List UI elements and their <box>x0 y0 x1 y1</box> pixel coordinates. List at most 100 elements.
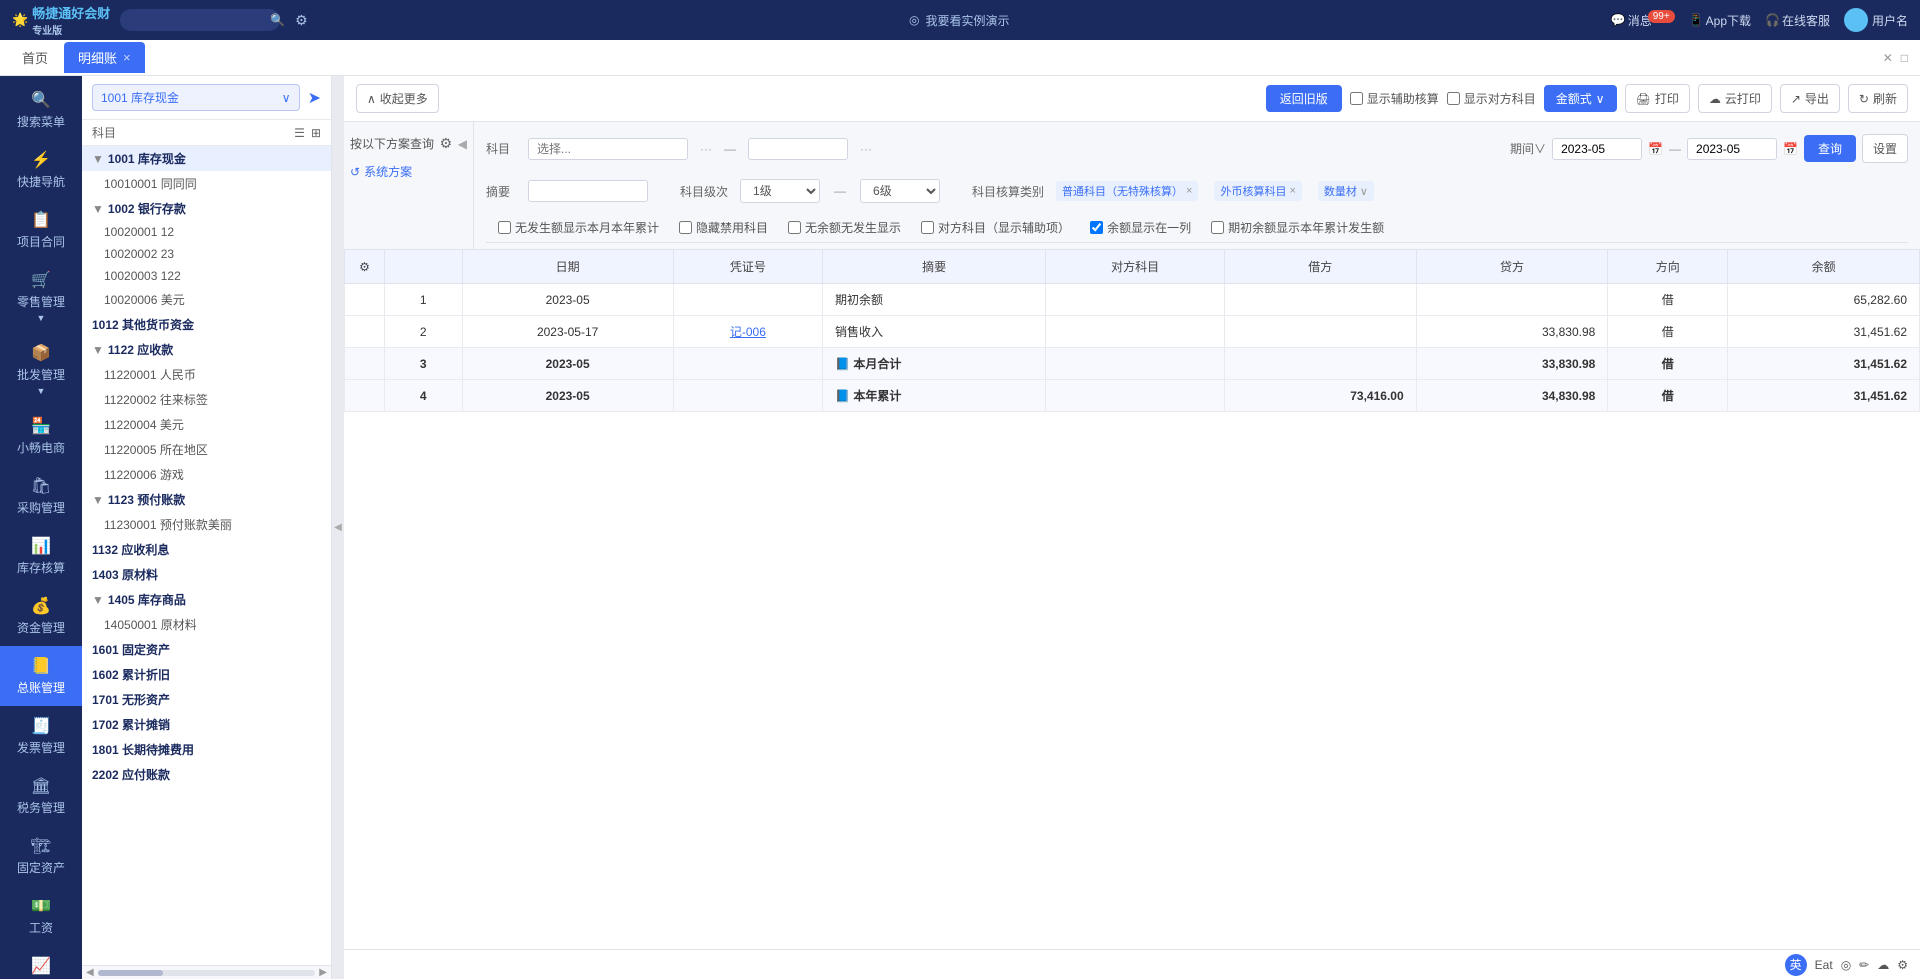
more-filter-btn[interactable]: ∧ 收起更多 <box>356 84 439 113</box>
tree-item-1602[interactable]: 1602 累计折旧 <box>82 662 331 687</box>
user-group[interactable]: 用户名 <box>1844 8 1908 32</box>
period-end-input[interactable] <box>1687 138 1777 160</box>
filter-collapse-icon[interactable]: ◀ <box>458 137 467 151</box>
sidebar-item-ops[interactable]: 📈 经营管理 <box>0 946 82 979</box>
tree-item-1702[interactable]: 1702 累计摊销 <box>82 712 331 737</box>
sidebar-item-ledger[interactable]: 📒 总账管理 <box>0 646 82 706</box>
tree-item-1601[interactable]: 1601 固定资产 <box>82 637 331 662</box>
tree-item-1132[interactable]: 1132 应收利息 <box>82 537 331 562</box>
tree-item-1122[interactable]: ▼1122 应收款 <box>82 337 331 362</box>
tab-home[interactable]: 首页 <box>8 42 62 73</box>
sidebar-item-ecommerce[interactable]: 🏪 小畅电商 <box>0 406 82 466</box>
tab-ledger[interactable]: 明细账 × <box>64 42 145 73</box>
tree-item-11220004[interactable]: 11220004 美元 <box>82 412 331 437</box>
amount-style-btn[interactable]: 金额式 ∨ <box>1544 85 1617 112</box>
sidebar-item-search[interactable]: 🔍 搜索菜单 <box>0 80 82 140</box>
left-panel-collapse-handle[interactable]: ◀ <box>332 76 344 979</box>
tag-remove-1[interactable]: × <box>1186 185 1192 197</box>
tree-item-1405[interactable]: ▼1405 库存商品 <box>82 587 331 612</box>
window-close-icon[interactable]: ✕ <box>1883 51 1893 65</box>
tree-item-1801[interactable]: 1801 长期待摊费用 <box>82 737 331 762</box>
sidebar-item-salary[interactable]: 💵 工资 <box>0 886 82 946</box>
account-selector[interactable]: 1001 库存现金 ∨ <box>92 84 300 111</box>
tree-item-11220005[interactable]: 11220005 所在地区 <box>82 437 331 462</box>
sidebar-item-finance[interactable]: 💰 资金管理 <box>0 586 82 646</box>
keji-more-icon[interactable]: ··· <box>700 142 712 156</box>
scheme-label-btn[interactable]: ↺ 系统方案 <box>350 163 467 180</box>
sidebar-item-contract[interactable]: 📋 项目合同 <box>0 200 82 260</box>
sidebar-item-retail[interactable]: 🛒 零售管理 ▼ <box>0 260 82 333</box>
voucher-link-2[interactable]: 记-006 <box>730 325 766 339</box>
print-btn[interactable]: 🖨 打印 <box>1625 84 1690 113</box>
tree-item-10020002[interactable]: 10020002 23 <box>82 243 331 265</box>
tree-item-10020006[interactable]: 10020006 美元 <box>82 287 331 312</box>
period-calendar-2[interactable]: 📅 <box>1783 142 1798 156</box>
col-settings[interactable]: ⚙ <box>345 250 385 284</box>
sidebar-item-purchase[interactable]: 🛍 采购管理 <box>0 466 82 526</box>
period-calendar-1[interactable]: 📅 <box>1648 142 1663 156</box>
tree-item-14050001[interactable]: 14050001 原材料 <box>82 612 331 637</box>
cloud-print-btn[interactable]: ☁ 云打印 <box>1698 84 1772 113</box>
tree-item-1001[interactable]: ▼1001 库存现金 <box>82 146 331 171</box>
tag-remove-3[interactable]: ∨ <box>1360 185 1368 198</box>
level-end-select[interactable]: 6级4级5级 <box>860 179 940 203</box>
top-search-input[interactable] <box>120 9 280 31</box>
sidebar-item-wholesale[interactable]: 📦 批发管理 ▼ <box>0 333 82 406</box>
tree-item-10020001[interactable]: 10020001 12 <box>82 221 331 243</box>
sidebar-item-inventory[interactable]: 📊 库存核算 <box>0 526 82 586</box>
cb-no-amount-input[interactable] <box>498 221 511 234</box>
show-aux-checkbox[interactable] <box>1350 92 1363 105</box>
sidebar-item-invoice[interactable]: 🧾 发票管理 <box>0 706 82 766</box>
tree-item-11220006[interactable]: 11220006 游戏 <box>82 462 331 487</box>
cb-hide-disabled-input[interactable] <box>679 221 692 234</box>
tree-item-1403[interactable]: 1403 原材料 <box>82 562 331 587</box>
cb-opening-balance-input[interactable] <box>1211 221 1224 234</box>
app-download-group[interactable]: 📱 App下载 <box>1689 12 1751 29</box>
nav-arrow-btn[interactable]: ➤ <box>308 88 321 108</box>
period-start-input[interactable] <box>1552 138 1642 160</box>
tree-item-10010001[interactable]: 10010001 同同同 <box>82 171 331 196</box>
summary-input[interactable] <box>528 180 648 202</box>
tree-item-1123[interactable]: ▼1123 预付账款 <box>82 487 331 512</box>
return-old-btn[interactable]: 返回旧版 <box>1266 85 1342 112</box>
list-view-icon[interactable]: ☰ <box>294 126 305 140</box>
keji-more-icon-2[interactable]: ··· <box>860 142 872 156</box>
tree-item-11220002[interactable]: 11220002 往来标签 <box>82 387 331 412</box>
cb-no-balance-input[interactable] <box>788 221 801 234</box>
window-maximize-icon[interactable]: □ <box>1901 51 1908 65</box>
grid-view-icon[interactable]: ⊞ <box>311 126 321 140</box>
scroll-right-icon[interactable]: ▶ <box>319 967 327 978</box>
tree-item-1012[interactable]: 1012 其他货币资金 <box>82 312 331 337</box>
keji-input-2[interactable] <box>748 138 848 160</box>
status-icon-gear[interactable]: ⚙ <box>1897 958 1908 972</box>
tree-item-11220001[interactable]: 11220001 人民币 <box>82 362 331 387</box>
settings-icon-top[interactable]: ⚙ <box>295 12 308 29</box>
sidebar-item-tax[interactable]: 🏛 税务管理 <box>0 766 82 826</box>
tree-item-1002[interactable]: ▼1002 银行存款 <box>82 196 331 221</box>
setting-btn[interactable]: 设置 <box>1862 134 1908 163</box>
cb-balance-col-input[interactable] <box>1090 221 1103 234</box>
row2-voucher[interactable]: 记-006 <box>673 316 822 348</box>
tree-item-11230001[interactable]: 11230001 预付账款美丽 <box>82 512 331 537</box>
query-btn[interactable]: 查询 <box>1804 135 1856 162</box>
filter-settings-icon[interactable]: ⚙ <box>437 132 456 155</box>
service-group[interactable]: 🎧 在线客服 <box>1765 12 1830 29</box>
tab-ledger-close[interactable]: × <box>123 50 131 65</box>
status-icon-1[interactable]: 英 <box>1785 954 1807 976</box>
refresh-btn[interactable]: ↻ 刷新 <box>1848 84 1908 113</box>
show-opposite-checkbox[interactable] <box>1447 92 1460 105</box>
tag-remove-2[interactable]: × <box>1289 185 1295 197</box>
export-btn[interactable]: ↗ 导出 <box>1780 84 1840 113</box>
status-icon-cloud[interactable]: ☁ <box>1877 958 1889 972</box>
scroll-left-icon[interactable]: ◀ <box>86 967 94 978</box>
status-icon-eat[interactable]: Eat <box>1815 958 1833 972</box>
status-icon-edit[interactable]: ✏ <box>1859 958 1869 972</box>
sidebar-item-fixed-assets[interactable]: 🏗 固定资产 <box>0 826 82 886</box>
cb-opposite-input[interactable] <box>921 221 934 234</box>
msg-group[interactable]: 💬 消息 99+ <box>1611 12 1675 29</box>
level-start-select[interactable]: 1级2级3级 <box>740 179 820 203</box>
tree-item-1701[interactable]: 1701 无形资产 <box>82 687 331 712</box>
keji-input[interactable] <box>528 138 688 160</box>
tree-item-10020003[interactable]: 10020003 122 <box>82 265 331 287</box>
demo-label[interactable]: 我要看实例演示 <box>925 12 1009 29</box>
